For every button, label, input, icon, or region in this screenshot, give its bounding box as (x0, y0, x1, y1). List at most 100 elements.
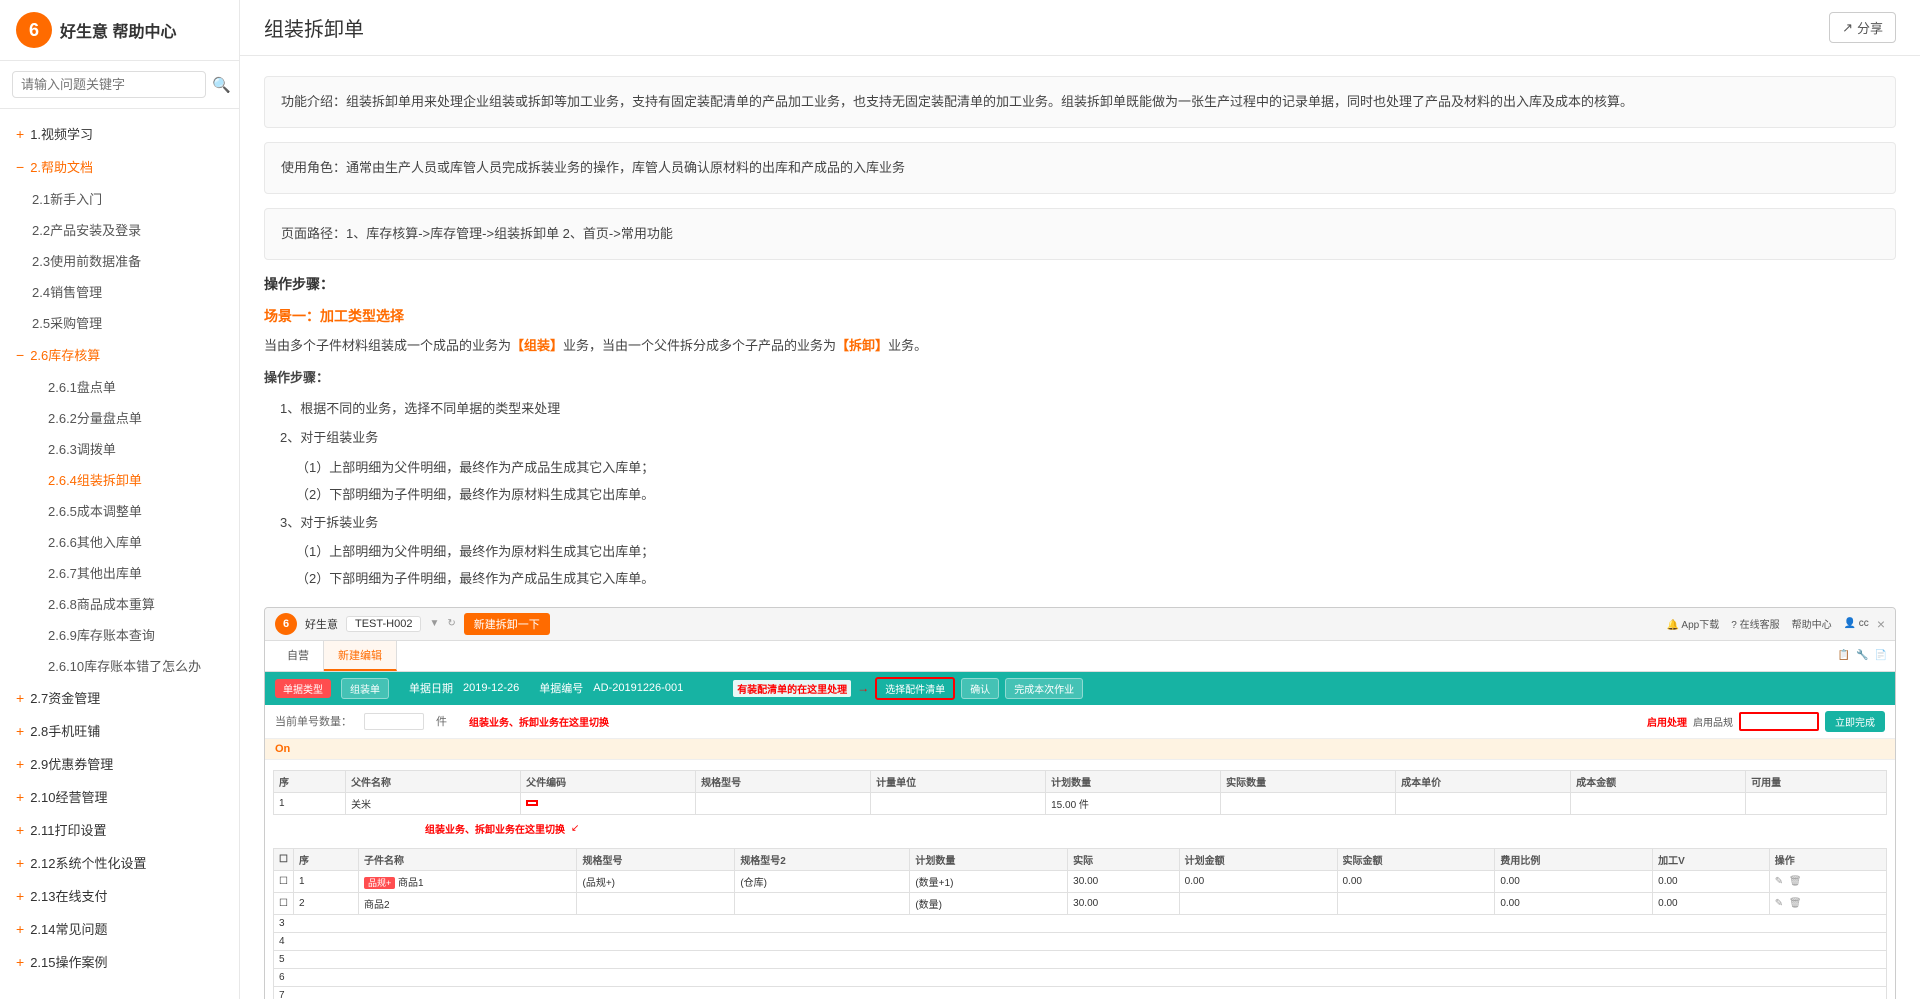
sidebar-item-2-10[interactable]: + 2.10经营管理 (0, 780, 239, 813)
sidebar-item-2-12[interactable]: + 2.12系统个性化设置 (0, 846, 239, 879)
ss-code-box (526, 800, 538, 806)
ss-tab-1[interactable]: 自营 (273, 641, 324, 671)
lt-empty-7: 7 (274, 986, 1887, 999)
lt-sel-1: ☐ (274, 870, 294, 892)
ss-tab-2[interactable]: 新建编辑 (324, 641, 397, 671)
lt-empty-6: 6 (274, 968, 1887, 986)
ss-col-parent-name: 父件名称 (346, 770, 521, 792)
sidebar-item-2-4[interactable]: 2.4销售管理 (0, 276, 239, 307)
share-button[interactable]: ↗ 分享 (1829, 12, 1896, 43)
ss-tabs-bar: 自营 新建编辑 📋 🔧 📄 (265, 641, 1895, 672)
ss-cancel-btn[interactable]: 组装单 (341, 678, 389, 699)
main-header: 组装拆卸单 ↗ 分享 (240, 0, 1920, 56)
sidebar-item-2-1[interactable]: 2.1新手入门 (0, 183, 239, 214)
lt-edit-icon-2[interactable]: ✎ (1775, 898, 1783, 909)
sidebar-item-2-6-5[interactable]: 2.6.5成本调整单 (0, 495, 239, 526)
ss-nav-service: 帮助中心 (1792, 616, 1832, 631)
lt-act-2: ✎ 🗑 (1769, 892, 1886, 914)
ss-unit: 件 (436, 713, 447, 729)
step2-2: （2）下部明细为子件明细，最终作为原材料生成其它出库单。 (296, 483, 1896, 506)
lt-proc-1: 0.00 (1653, 870, 1770, 892)
share-icon: ↗ (1842, 20, 1853, 36)
plus-icon-2-15: + (16, 954, 24, 970)
sidebar-item-2-11[interactable]: + 2.11打印设置 (0, 813, 239, 846)
ss-lower-thead: ☐ 序 子件名称 规格型号 规格型号2 计划数量 实际 计划金额 实际金额 费用… (274, 848, 1887, 870)
search-button[interactable]: 🔍 (212, 76, 231, 94)
sidebar-item-2-8[interactable]: + 2.8手机旺铺 (0, 714, 239, 747)
ss-col-num: 序 (274, 770, 346, 792)
scene1-desc: 当由多个子件材料组装成一个成品的业务为【组装】业务，当由一个父件拆分成多个子产品… (264, 334, 1896, 357)
annotation2-below: 组装业务、拆卸业务在这里切换 ↙ (265, 819, 1895, 838)
lt-col-sel: ☐ (274, 848, 294, 870)
ss-on-label: On (275, 743, 290, 755)
ss-close-icon[interactable]: × (1877, 616, 1885, 632)
ss-right-area: 启用处理 启用品规 立即完成 (1647, 711, 1885, 732)
plus-icon-2-11: + (16, 822, 24, 838)
lt-spec1-1: (品规+) (577, 870, 735, 892)
sidebar-item-2-6-6[interactable]: 2.6.6其他入库单 (0, 526, 239, 557)
path-text: 页面路径：1、库存核算->库存管理->组装拆卸单 2、首页->常用功能 (281, 223, 1879, 245)
scene1-title: 场景一：加工类型选择 (264, 306, 1896, 326)
sidebar-item-1[interactable]: + 1.视频学习 (0, 117, 239, 150)
lt-actualamt-1: 0.00 (1337, 870, 1495, 892)
lt-col-plan-amt: 计划金额 (1179, 848, 1337, 870)
ss-company-select[interactable]: TEST-H002 (346, 616, 421, 632)
sidebar-item-2-6-4[interactable]: 2.6.4组装拆卸单 (0, 464, 239, 495)
ss-sub-form: 当前单号数量： 件 组装业务、拆卸业务在这里切换 启用处理 启用品规 立即完成 (265, 705, 1895, 739)
sidebar-item-2-14[interactable]: + 2.14常见问题 (0, 912, 239, 945)
ss-spec-input[interactable] (1739, 712, 1819, 731)
sidebar-item-2-15[interactable]: + 2.15操作案例 (0, 945, 239, 978)
ss-upper-table-body: 1 关米 15.00 件 (274, 792, 1887, 814)
ss-submit-btn[interactable]: 单据类型 (275, 679, 331, 698)
lt-tag-1: 品规+ (364, 877, 395, 889)
ss-config-btn[interactable]: 选择配件清单 (875, 677, 955, 700)
lt-del-icon-2[interactable]: 🗑 (1789, 898, 1802, 909)
main-area: 组装拆卸单 ↗ 分享 功能介绍：组装拆卸单用来处理企业组装或拆卸等加工业务，支持… (240, 0, 1920, 999)
plus-icon-2-7: + (16, 690, 24, 706)
sidebar-item-2-9[interactable]: + 2.9优惠券管理 (0, 747, 239, 780)
ss-qty-label: 当前单号数量： (275, 713, 352, 729)
sidebar-item-2-6-3[interactable]: 2.6.3调拨单 (0, 433, 239, 464)
search-input[interactable] (12, 71, 206, 98)
sidebar-item-2-6-9[interactable]: 2.6.9库存账本查询 (0, 619, 239, 650)
lt-ratio-2: 0.00 (1495, 892, 1653, 914)
lt-actualamt-2 (1337, 892, 1495, 914)
plus-icon-2-13: + (16, 888, 24, 904)
sidebar-item-2[interactable]: − 2.帮助文档 (0, 150, 239, 183)
ss-confirm-btn[interactable]: 立即完成 (1825, 711, 1885, 732)
sidebar-item-2-3[interactable]: 2.3使用前数据准备 (0, 245, 239, 276)
ss-td-2: 关米 (346, 792, 521, 814)
sidebar-item-2-14-label: 2.14常见问题 (30, 919, 107, 938)
ss-extra-btn2[interactable]: 完成本次作业 (1005, 678, 1083, 699)
ss-upper-table-head: 序 父件名称 父件编码 规格型号 计量单位 计划数量 实际数量 成本单价 成本金… (274, 770, 1887, 792)
sidebar-item-2-6-1[interactable]: 2.6.1盘点单 (0, 371, 239, 402)
sidebar-item-2-6-2[interactable]: 2.6.2分量盘点单 (0, 402, 239, 433)
table-row: ☐ 2 商品2 (数量) 30.00 0.00 0.00 (274, 892, 1887, 914)
sidebar-item-2-5[interactable]: 2.5采购管理 (0, 307, 239, 338)
sidebar-item-2-7[interactable]: + 2.7资金管理 (0, 681, 239, 714)
ss-qty-input[interactable] (364, 713, 424, 730)
logo-icon: 6 (16, 12, 52, 48)
lt-name-2: 商品2 (358, 892, 577, 914)
table-row: 1 关米 15.00 件 (274, 792, 1887, 814)
lt-del-icon-1[interactable]: 🗑 (1789, 876, 1802, 887)
table-row: 7 (274, 986, 1887, 999)
sidebar-item-2-9-label: 2.9优惠券管理 (30, 754, 113, 773)
plus-icon-2-9: + (16, 756, 24, 772)
lt-col-actual: 实际 (1068, 848, 1180, 870)
sidebar-item-2-6-10[interactable]: 2.6.10库存账本错了怎么办 (0, 650, 239, 681)
ss-col-cost-amt: 成本金额 (1571, 770, 1746, 792)
lt-edit-icon-1[interactable]: ✎ (1775, 876, 1783, 887)
ss-date-value: 2019-12-26 (463, 682, 519, 694)
ss-extra-btn[interactable]: 确认 (961, 678, 999, 699)
sidebar-item-2-6-7[interactable]: 2.6.7其他出库单 (0, 557, 239, 588)
ss-col-avail: 可用量 (1746, 770, 1887, 792)
ss-col-parent-code: 父件编码 (521, 770, 696, 792)
sidebar-item-2-6[interactable]: − 2.6库存核算 (0, 338, 239, 371)
sidebar-item-2-2[interactable]: 2.2产品安装及登录 (0, 214, 239, 245)
sidebar-item-2-6-8[interactable]: 2.6.8商品成本重算 (0, 588, 239, 619)
ss-lower-table-area: ☐ 序 子件名称 规格型号 规格型号2 计划数量 实际 计划金额 实际金额 费用… (265, 838, 1895, 999)
sidebar-item-2-13[interactable]: + 2.13在线支付 (0, 879, 239, 912)
ss-td-6: 15.00 件 (1046, 792, 1221, 814)
ss-new-btn[interactable]: 新建拆卸一下 (464, 613, 550, 635)
